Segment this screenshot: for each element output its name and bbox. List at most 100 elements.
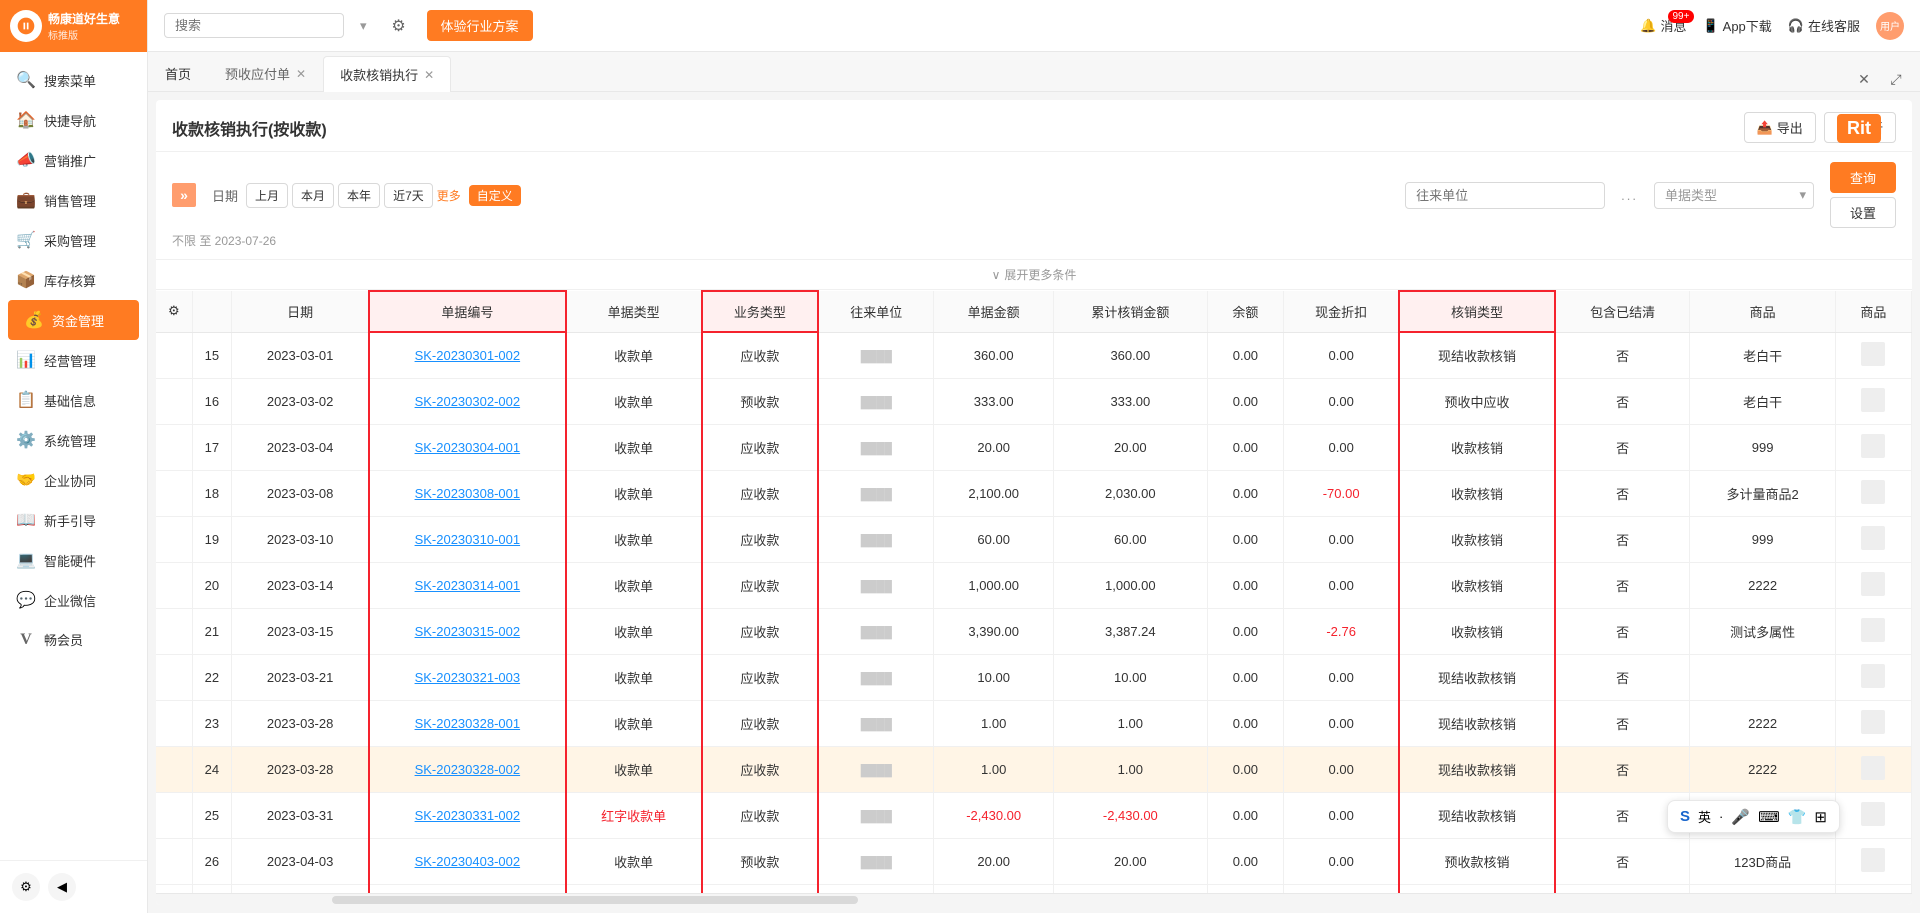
sidebar-item-search[interactable]: 🔍 搜索菜单 [0,60,147,100]
cell-receipt-no[interactable]: SK-20230321-003 [369,654,566,700]
marketing-icon: 📣 [16,150,36,170]
avatar[interactable]: 用户 [1876,12,1904,40]
sidebar-item-member[interactable]: V 畅会员 [0,620,147,659]
cell-receipt-no[interactable]: SK-20230301-002 [369,332,566,378]
app-download-btn[interactable]: 📱 App下载 [1702,16,1771,35]
cell-1: 27 [192,884,231,893]
link-receipt-no[interactable]: SK-20230403-002 [415,854,521,869]
cell-include-cleared: 否 [1555,654,1690,700]
keyboard-icon[interactable]: ⌨ [1758,808,1780,826]
cell-cash-discount: 0.00 [1284,884,1400,893]
cell-receipt-no[interactable]: SK-20230314-001 [369,562,566,608]
date-btn-this-year[interactable]: 本年 [338,183,380,208]
cell-receipt-type: 收款单 [566,470,702,516]
sidebar-item-operation[interactable]: 📊 经营管理 [0,340,147,380]
link-receipt-no[interactable]: SK-20230328-002 [415,762,521,777]
link-receipt-no[interactable]: SK-20230331-002 [415,808,521,823]
link-receipt-no[interactable]: SK-20230315-002 [415,624,521,639]
cell-cash-discount: 0.00 [1284,792,1400,838]
online-service-btn[interactable]: 🎧 在线客服 [1788,16,1860,35]
expand-more-btn[interactable]: ∨ 展开更多条件 [992,266,1077,283]
cell-partner: ████ [818,746,934,792]
export-btn[interactable]: 📤 导出 [1744,112,1816,143]
column-settings-icon[interactable]: ⚙ [168,303,180,318]
tab-prepay-close[interactable]: ✕ [296,67,306,81]
tab-collection[interactable]: 收款核销执行 ✕ [323,56,451,92]
filter-settings-btn[interactable]: 设置 [1830,197,1896,228]
sidebar-item-hardware[interactable]: 💻 智能硬件 [0,540,147,580]
shirt-icon[interactable]: 👕 [1788,808,1807,826]
table-wrapper[interactable]: ⚙ 日期 单据编号 单据类型 业务类型 往来单位 单据金额 累计核销金额 余额 … [156,290,1912,893]
cell-2: 2023-03-31 [232,792,369,838]
cell-balance: 0.00 [1207,792,1283,838]
grid-icon[interactable]: ⊞ [1814,808,1827,826]
cell-2: 2023-03-28 [232,700,369,746]
sidebar-item-shortcut[interactable]: 🏠 快捷导航 [0,100,147,140]
experience-btn[interactable]: 体验行业方案 [427,10,533,41]
cell-receipt-no[interactable]: SK-20230328-002 [369,746,566,792]
settings-footer-icon[interactable]: ⚙ [12,873,40,901]
cell-receipt-no[interactable]: SK-20230328-001 [369,700,566,746]
sidebar-item-inventory[interactable]: 📦 库存核算 [0,260,147,300]
sidebar-item-basic[interactable]: 📋 基础信息 [0,380,147,420]
link-receipt-no[interactable]: SK-20230301-002 [415,348,521,363]
gear-icon[interactable]: ⚙ [383,10,415,42]
cell-goods: 999 [1690,424,1835,470]
scrollbar-thumb[interactable] [332,896,859,904]
cell-verify-type: 预收款核销 [1399,838,1554,884]
partner-filter-group [1405,182,1605,209]
table-scrollbar[interactable] [156,893,1912,905]
logo-text: 畅康道好生意 标推版 [48,10,120,42]
cell-balance: 0.00 [1207,884,1283,893]
cell-receipt-no[interactable]: SK-20230315-002 [369,608,566,654]
cell-receipt-no[interactable]: SK-20230310-001 [369,516,566,562]
sidebar-item-purchase[interactable]: 🛒 采购管理 [0,220,147,260]
sidebar-item-wechat[interactable]: 💬 企业微信 [0,580,147,620]
table-row: 262023-04-03SK-20230403-002收款单预收款████20.… [156,838,1912,884]
topbar: ▾ ⚙ 体验行业方案 🔔 消息 99+ 📱 App下载 🎧 在线客服 用户 [148,0,1920,52]
sidebar-item-corp[interactable]: 🤝 企业协同 [0,460,147,500]
tab-collection-close[interactable]: ✕ [424,68,434,82]
link-receipt-no[interactable]: SK-20230310-001 [415,532,521,547]
tab-prepay[interactable]: 预收应付单 ✕ [208,55,323,91]
search-input[interactable] [164,13,344,38]
col-setting-header[interactable]: ⚙ [156,291,192,332]
date-custom-btn[interactable]: 自定义 [469,185,521,206]
date-more-link[interactable]: 更多 [437,187,461,204]
date-range-text: 不限 至 2023-07-26 [172,234,276,248]
maximize-btn[interactable]: ⤢ [1884,67,1908,91]
cell-verify-type: 现结收款核销 [1399,700,1554,746]
microphone-icon[interactable]: 🎤 [1731,808,1750,826]
cell-goods: 衣服00001 [1690,884,1835,893]
link-receipt-no[interactable]: SK-20230308-001 [415,486,521,501]
date-btn-7days[interactable]: 近7天 [384,183,433,208]
cell-biz-type: 预收款 [702,838,819,884]
date-btn-this-month[interactable]: 本月 [292,183,334,208]
sidebar-item-guide[interactable]: 📖 新手引导 [0,500,147,540]
sidebar-item-marketing[interactable]: 📣 营销推广 [0,140,147,180]
link-receipt-no[interactable]: SK-20230321-003 [415,670,521,685]
cell-receipt-no[interactable]: SK-20230403-002 [369,838,566,884]
partner-input[interactable] [1405,182,1605,209]
cell-receipt-no[interactable]: SK-20230331-002 [369,792,566,838]
sidebar-item-finance[interactable]: 💰 资金管理 [8,300,139,340]
link-receipt-no[interactable]: SK-20230302-002 [415,394,521,409]
notice-btn[interactable]: 🔔 消息 99+ [1640,16,1686,35]
cell-receipt-no[interactable]: SK-20230308-001 [369,470,566,516]
cell-receipt-no[interactable]: SK-20230408-001 [369,884,566,893]
link-receipt-no[interactable]: SK-20230304-001 [415,440,521,455]
date-btn-last-month[interactable]: 上月 [246,183,288,208]
cell-receipt-no[interactable]: SK-20230304-001 [369,424,566,470]
close-tab-btn[interactable]: ✕ [1852,67,1876,91]
collapse-icon[interactable]: ◀ [48,873,76,901]
query-btn[interactable]: 查询 [1830,162,1896,193]
link-receipt-no[interactable]: SK-20230314-001 [415,578,521,593]
filter-collapse-btn[interactable]: » [172,183,196,207]
link-receipt-no[interactable]: SK-20230328-001 [415,716,521,731]
sidebar-item-sales[interactable]: 💼 销售管理 [0,180,147,220]
receipt-type-select[interactable]: 单据类型 [1654,182,1814,209]
tab-home[interactable]: 首页 [148,55,208,91]
cell-receipt-no[interactable]: SK-20230302-002 [369,378,566,424]
sidebar-item-system[interactable]: ⚙️ 系统管理 [0,420,147,460]
cell-col-setting [156,332,192,378]
